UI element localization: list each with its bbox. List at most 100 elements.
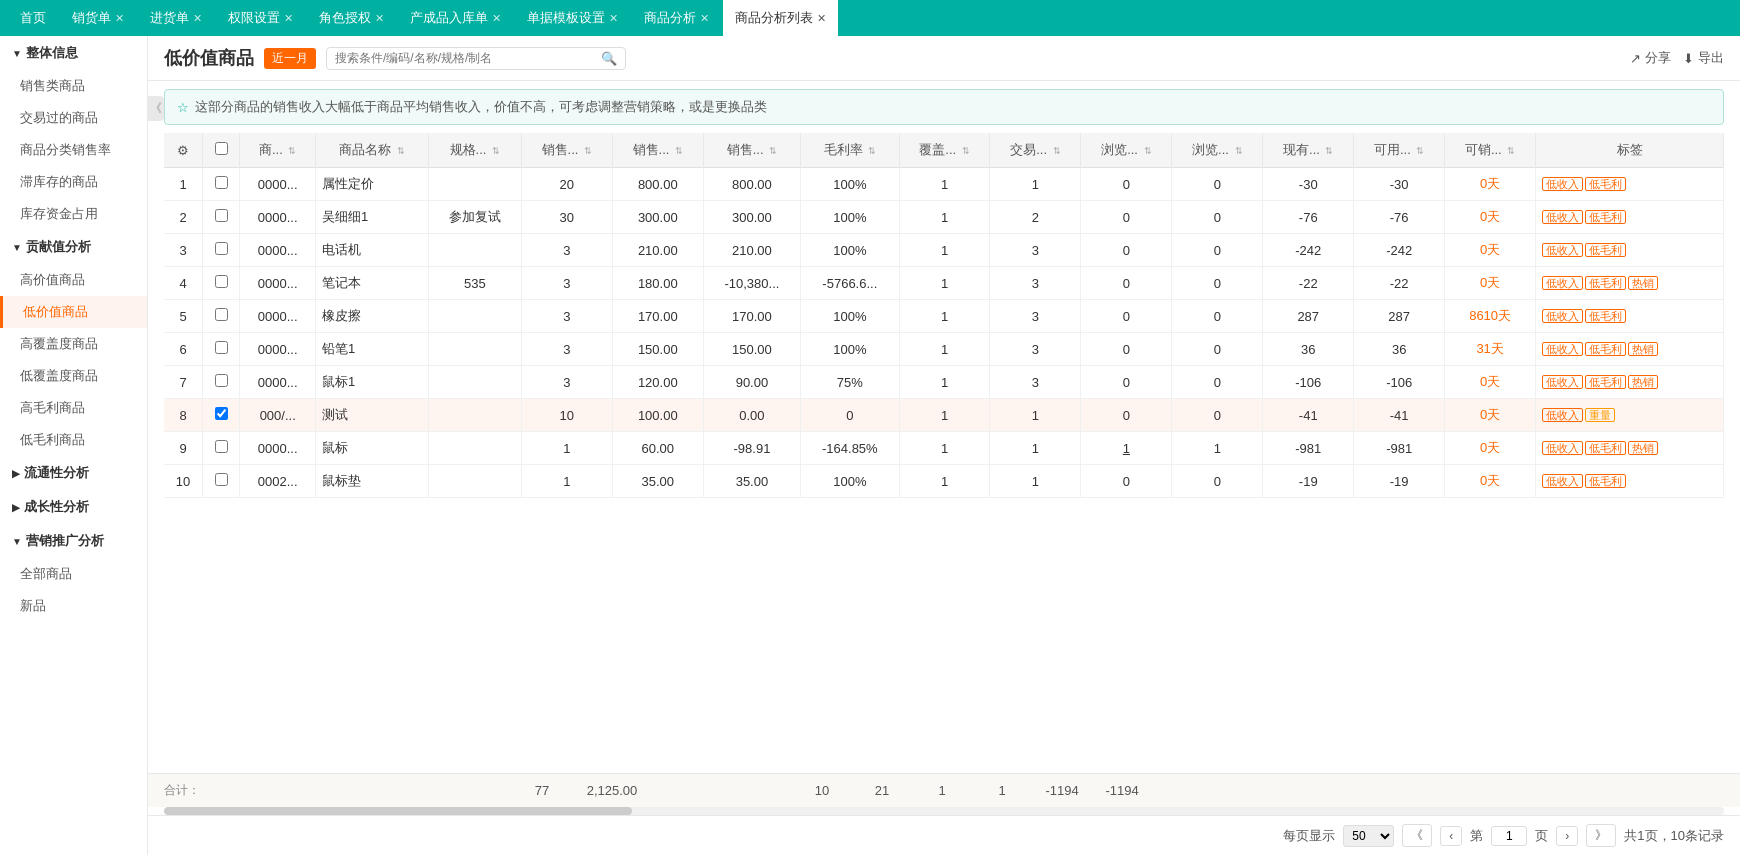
nav-close-template[interactable]: ✕ xyxy=(609,12,618,25)
search-input[interactable] xyxy=(335,51,597,65)
period-button[interactable]: 近一月 xyxy=(264,48,316,69)
nav-close-analysis[interactable]: ✕ xyxy=(700,12,709,25)
nav-close-analysis-list[interactable]: ✕ xyxy=(817,12,826,25)
tag-热销: 热销 xyxy=(1628,276,1658,290)
share-button[interactable]: ↗ 分享 xyxy=(1630,49,1671,67)
total-browse2: 1 xyxy=(972,783,1032,798)
tag-低收入: 低收入 xyxy=(1542,342,1583,356)
sidebar-item-capital[interactable]: 库存资金占用 xyxy=(0,198,147,230)
sidebar-group-contribution[interactable]: ▼ 贡献值分析 xyxy=(0,230,147,264)
sidebar-group-marketing[interactable]: ▼ 营销推广分析 xyxy=(0,524,147,558)
cell-days: 0天 xyxy=(1445,399,1536,432)
sidebar-collapse-button[interactable]: 《 xyxy=(148,96,164,121)
cell-code: 0000... xyxy=(240,366,316,399)
nav-permission[interactable]: 权限设置 ✕ xyxy=(216,0,305,36)
cell-available: -30 xyxy=(1354,168,1445,201)
th-settings[interactable]: ⚙ xyxy=(164,133,203,168)
tag-低收入: 低收入 xyxy=(1542,408,1583,422)
cell-checkbox xyxy=(203,465,240,498)
cell-coverage: 1 xyxy=(899,465,990,498)
sidebar-group-circulation[interactable]: ▶ 流通性分析 xyxy=(0,456,147,490)
row-checkbox[interactable] xyxy=(215,176,228,189)
export-button[interactable]: ⬇ 导出 xyxy=(1683,49,1724,67)
cell-spec xyxy=(428,432,521,465)
browse1-link[interactable]: 1 xyxy=(1123,441,1130,456)
nav-role[interactable]: 角色授权 ✕ xyxy=(307,0,396,36)
tag-低收入: 低收入 xyxy=(1542,309,1583,323)
th-name: 商品名称 ⇅ xyxy=(316,133,429,168)
row-checkbox[interactable] xyxy=(215,341,228,354)
sidebar-group-growth[interactable]: ▶ 成长性分析 xyxy=(0,490,147,524)
cell-days: 0天 xyxy=(1445,432,1536,465)
nav-inventory[interactable]: 产成品入库单 ✕ xyxy=(398,0,513,36)
sidebar-item-low-margin[interactable]: 低毛利商品 xyxy=(0,424,147,456)
row-checkbox[interactable] xyxy=(215,242,228,255)
chevron-down-icon: ▼ xyxy=(12,48,22,59)
nav-close-sales[interactable]: ✕ xyxy=(115,12,124,25)
nav-close-role[interactable]: ✕ xyxy=(375,12,384,25)
sidebar-item-category-rate[interactable]: 商品分类销售率 xyxy=(0,134,147,166)
cell-spec xyxy=(428,300,521,333)
nav-purchase[interactable]: 进货单 ✕ xyxy=(138,0,214,36)
row-checkbox[interactable] xyxy=(215,440,228,453)
nav-template[interactable]: 单据模板设置 ✕ xyxy=(515,0,630,36)
pagination: 每页显示 50 100 200 《 ‹ 第 页 › 》 共1页，10条记录 xyxy=(148,815,1740,855)
page-number-input[interactable] xyxy=(1491,826,1527,846)
row-checkbox[interactable] xyxy=(215,308,228,321)
page-unit: 页 xyxy=(1535,827,1548,845)
nav-close-permission[interactable]: ✕ xyxy=(284,12,293,25)
cell-sales2: 35.00 xyxy=(612,465,703,498)
first-page-button[interactable]: 《 xyxy=(1402,824,1432,847)
sidebar-item-traded[interactable]: 交易过的商品 xyxy=(0,102,147,134)
nav-analysis-list[interactable]: 商品分析列表 ✕ xyxy=(723,0,838,36)
cell-checkbox xyxy=(203,267,240,300)
sidebar-item-high-coverage[interactable]: 高覆盖度商品 xyxy=(0,328,147,360)
cell-spec xyxy=(428,465,521,498)
row-checkbox[interactable] xyxy=(215,374,228,387)
row-checkbox[interactable] xyxy=(215,209,228,222)
cell-sales3: 150.00 xyxy=(703,333,800,366)
cell-name: 测试 xyxy=(316,399,429,432)
cell-checkbox xyxy=(203,201,240,234)
nav-home[interactable]: 首页 xyxy=(8,0,58,36)
row-checkbox[interactable] xyxy=(215,473,228,486)
page-prefix: 第 xyxy=(1470,827,1483,845)
sidebar-item-all-goods[interactable]: 全部商品 xyxy=(0,558,147,590)
row-checkbox[interactable] xyxy=(215,275,228,288)
sidebar-item-high-value[interactable]: 高价值商品 xyxy=(0,264,147,296)
sidebar-item-new-goods[interactable]: 新品 xyxy=(0,590,147,622)
sidebar-item-sales-goods[interactable]: 销售类商品 xyxy=(0,70,147,102)
cell-margin: 100% xyxy=(801,168,899,201)
per-page-select[interactable]: 50 100 200 xyxy=(1343,825,1394,847)
th-browse2: 浏览... ⇅ xyxy=(1172,133,1263,168)
next-page-button[interactable]: › xyxy=(1556,826,1578,846)
cell-sales2: 170.00 xyxy=(612,300,703,333)
total-pages-label: 共1页，10条记录 xyxy=(1624,827,1724,845)
cell-available: -22 xyxy=(1354,267,1445,300)
row-checkbox[interactable] xyxy=(215,407,228,420)
cell-current: -106 xyxy=(1263,366,1354,399)
cell-trade: 2 xyxy=(990,201,1081,234)
nav-analysis[interactable]: 商品分析 ✕ xyxy=(632,0,721,36)
nav-sales[interactable]: 销货单 ✕ xyxy=(60,0,136,36)
sidebar-item-low-coverage[interactable]: 低覆盖度商品 xyxy=(0,360,147,392)
sidebar-item-low-value[interactable]: 低价值商品 xyxy=(0,296,147,328)
prev-page-button[interactable]: ‹ xyxy=(1440,826,1462,846)
cell-days: 0天 xyxy=(1445,201,1536,234)
total-available: -1194 xyxy=(1092,783,1152,798)
select-all-checkbox[interactable] xyxy=(215,142,228,155)
sidebar-item-high-margin[interactable]: 高毛利商品 xyxy=(0,392,147,424)
cell-browse1: 0 xyxy=(1081,234,1172,267)
tag-热销: 热销 xyxy=(1628,441,1658,455)
th-sales1: 销售... ⇅ xyxy=(521,133,612,168)
sidebar-item-stagnant[interactable]: 滞库存的商品 xyxy=(0,166,147,198)
last-page-button[interactable]: 》 xyxy=(1586,824,1616,847)
cell-name: 鼠标垫 xyxy=(316,465,429,498)
total-label: 合计： xyxy=(164,782,200,799)
sidebar-group-overall[interactable]: ▼ 整体信息 xyxy=(0,36,147,70)
nav-close-purchase[interactable]: ✕ xyxy=(193,12,202,25)
cell-trade: 1 xyxy=(990,168,1081,201)
search-icon[interactable]: 🔍 xyxy=(601,51,617,66)
nav-close-inventory[interactable]: ✕ xyxy=(492,12,501,25)
cell-checkbox xyxy=(203,234,240,267)
